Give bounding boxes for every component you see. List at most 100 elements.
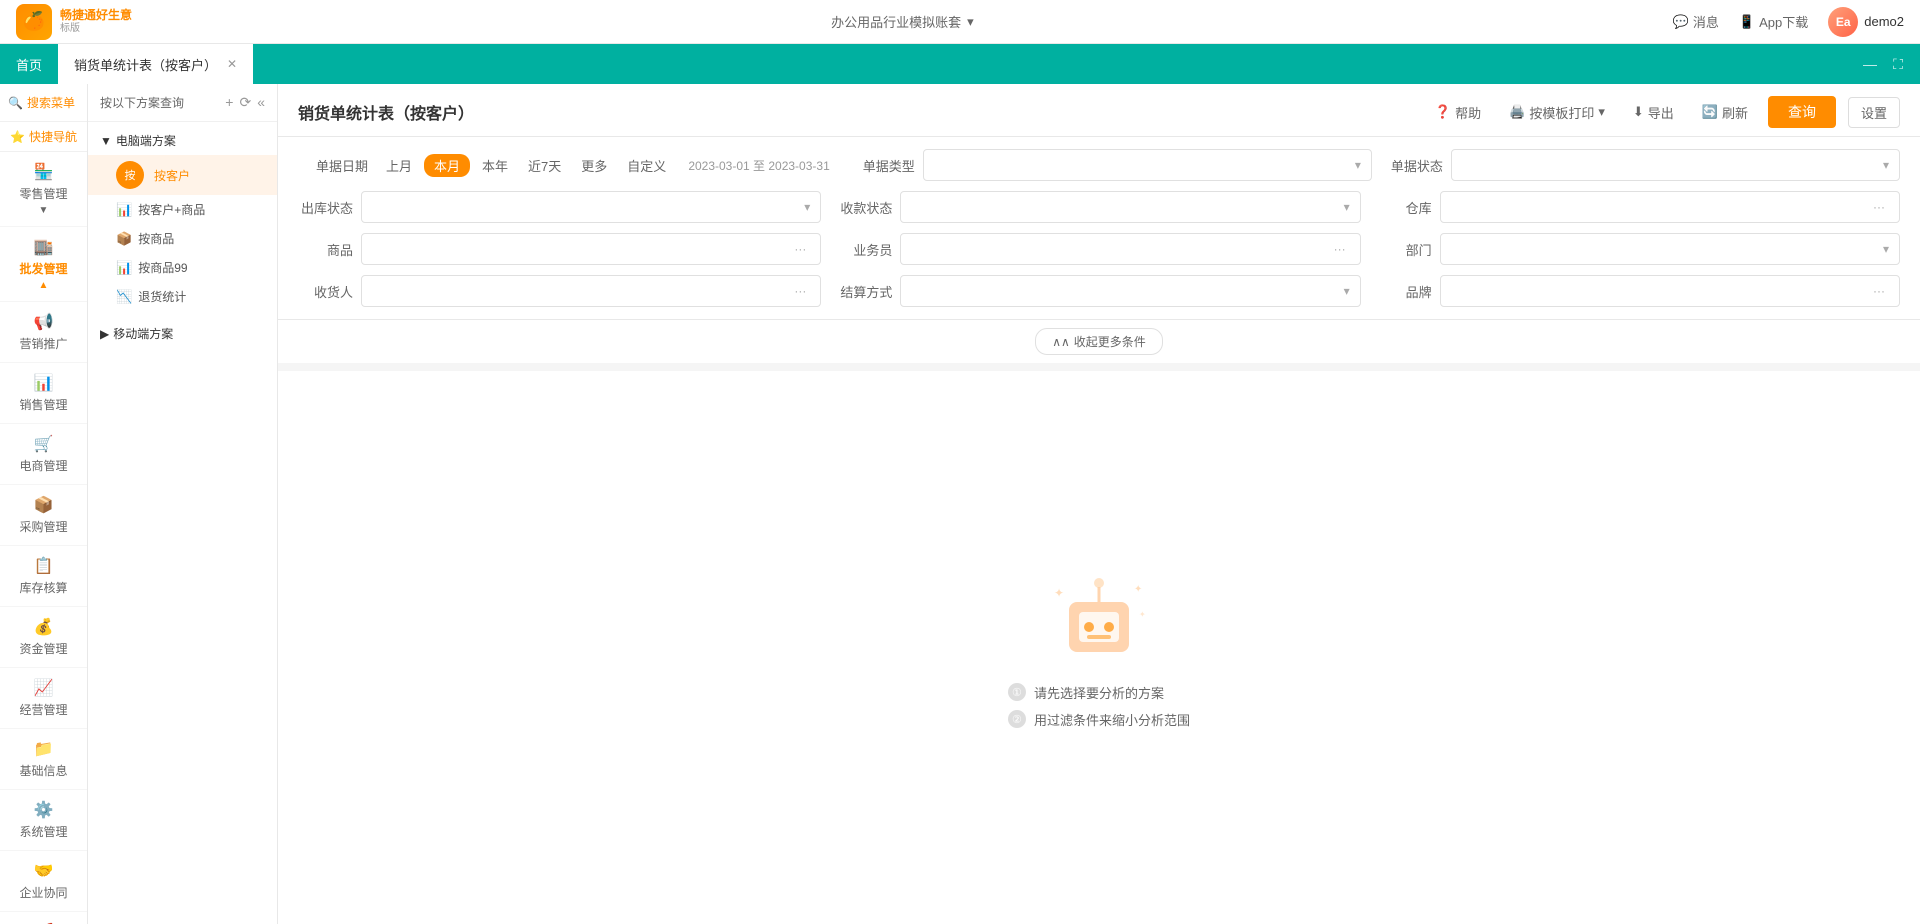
mobile-group-label: 移动端方案 <box>113 325 173 342</box>
sales-icon: 📊 <box>34 373 54 393</box>
export-btn[interactable]: ⬇ 导出 <box>1625 99 1682 126</box>
tab-sales-stat[interactable]: 销货单统计表（按客户） ✕ <box>58 44 253 84</box>
page-title: 销货单统计表（按客户） <box>298 100 474 124</box>
sidebar-item-finance[interactable]: 💰 资金管理 <box>0 607 87 668</box>
brand-more: ··· <box>1869 284 1889 298</box>
print-btn[interactable]: 🖨️ 按模板打印 ▾ <box>1501 99 1613 126</box>
sidebar-item-wholesale[interactable]: 🏬 批发管理 ▲ <box>0 227 87 302</box>
message-btn[interactable]: 💬 消息 <box>1673 12 1719 31</box>
sidebar-nav[interactable]: ⭐ 快捷导航 <box>0 122 87 152</box>
department-control[interactable]: ▾ <box>1440 233 1900 265</box>
system-label: 系统管理 <box>19 823 67 840</box>
user-name: demo2 <box>1864 14 1904 29</box>
tab-home[interactable]: 首页 <box>0 44 58 84</box>
panel-icons: + ⟳ « <box>225 94 265 111</box>
more-date-btn[interactable]: 更多 <box>573 154 615 177</box>
logo-area: 🍊 畅捷通好生意 标版 <box>16 4 132 40</box>
sidebar-search[interactable]: 🔍 搜索菜单 <box>0 84 87 122</box>
sidebar-item-system[interactable]: ⚙️ 系统管理 <box>0 790 87 851</box>
goods-control[interactable]: ··· <box>361 233 821 265</box>
settle-control[interactable]: ▾ <box>900 275 1360 307</box>
last-7-days-btn[interactable]: 近7天 <box>520 154 569 177</box>
refresh-btn[interactable]: 🔄 刷新 <box>1694 99 1756 126</box>
empty-tip-2: ② 用过滤条件来缩小分析范围 <box>1008 710 1190 729</box>
receiver-filter: 收货人 ··· <box>298 275 821 307</box>
scheme-item-by-product[interactable]: 📦 按商品 <box>88 224 277 253</box>
sidebar-item-operation[interactable]: 📈 经营管理 <box>0 668 87 729</box>
settle-filter: 结算方式 ▾ <box>837 275 1360 307</box>
doc-type-dropdown: ▾ <box>1355 158 1361 172</box>
minimize-btn[interactable]: — <box>1860 54 1880 74</box>
scheme-by-customer-product-label: 按客户+商品 <box>138 201 205 218</box>
sidebar-item-newbie[interactable]: 🚀 新手引导 <box>0 912 87 924</box>
receiver-control[interactable]: ··· <box>361 275 821 307</box>
scheme-cp-icon: 📊 <box>116 202 132 218</box>
payment-status-control[interactable]: ▾ <box>900 191 1360 223</box>
refresh-scheme-btn[interactable]: ⟳ <box>239 94 251 111</box>
sidebar-item-retail[interactable]: 🏪 零售管理 ▼ <box>0 152 87 227</box>
purchase-label: 采购管理 <box>19 518 67 535</box>
app-download-label: App下载 <box>1759 12 1808 31</box>
scheme-by-product-99-label: 按商品99 <box>138 259 187 276</box>
industry-selector[interactable]: 办公用品行业模拟账套 ▾ <box>831 12 974 31</box>
settings-btn[interactable]: 设置 <box>1848 97 1900 128</box>
ecommerce-icon: 🛒 <box>34 434 54 454</box>
app-download-btn[interactable]: 📱 App下载 <box>1739 12 1808 31</box>
goods-more: ··· <box>790 242 810 256</box>
empty-state: ✦ ✦ ✦ ① 请先选择要分析的方案 ② 用过滤条件来缩小分析范围 <box>278 371 1920 924</box>
custom-date-btn[interactable]: 自定义 <box>619 154 674 177</box>
this-year-btn[interactable]: 本年 <box>474 154 516 177</box>
doc-status-control[interactable]: ▾ <box>1451 149 1900 181</box>
date-label: 单据日期 <box>298 156 368 175</box>
scheme-item-by-product-99[interactable]: 📊 按商品99 <box>88 253 277 282</box>
this-month-btn[interactable]: 本月 <box>424 154 470 177</box>
sidebar-item-basic[interactable]: 📁 基础信息 <box>0 729 87 790</box>
collapse-btn[interactable]: ∧∧ 收起更多条件 <box>1035 328 1163 355</box>
department-label: 部门 <box>1377 240 1432 259</box>
doc-type-filter: 单据类型 ▾ <box>860 149 1372 181</box>
refresh-label: 刷新 <box>1722 103 1748 122</box>
sidebar-item-marketing[interactable]: 📢 营销推广 <box>0 302 87 363</box>
wholesale-icon: 🏬 <box>34 237 54 257</box>
scheme-item-by-customer-product[interactable]: 📊 按客户+商品 <box>88 195 277 224</box>
sidebar-item-ecommerce[interactable]: 🛒 电商管理 <box>0 424 87 485</box>
wholesale-expand-icon: ▲ <box>39 280 49 291</box>
collapse-panel-btn[interactable]: « <box>257 94 265 111</box>
tip-num-2: ② <box>1008 710 1026 728</box>
last-month-btn[interactable]: 上月 <box>378 154 420 177</box>
warehouse-control[interactable]: ··· <box>1440 191 1900 223</box>
add-scheme-btn[interactable]: + <box>225 94 233 111</box>
tab-close-icon[interactable]: ✕ <box>227 57 237 71</box>
payment-status-label: 收款状态 <box>837 198 892 217</box>
salesman-control[interactable]: ··· <box>900 233 1360 265</box>
help-icon: ❓ <box>1435 104 1451 120</box>
message-icon: 💬 <box>1673 14 1689 30</box>
cooperation-label: 企业协同 <box>19 884 67 901</box>
maximize-btn[interactable]: ⛶ <box>1888 54 1908 74</box>
help-btn[interactable]: ❓ 帮助 <box>1427 99 1489 126</box>
mobile-group-header[interactable]: ▶ 移动端方案 <box>88 319 277 348</box>
tab-sales-stat-label: 销货单统计表（按客户） <box>74 55 217 74</box>
empty-tips: ① 请先选择要分析的方案 ② 用过滤条件来缩小分析范围 <box>1008 683 1190 729</box>
scheme-item-by-customer[interactable]: 按 按客户 <box>88 155 277 195</box>
marketing-icon: 📢 <box>34 312 54 332</box>
brand-control[interactable]: ··· <box>1440 275 1900 307</box>
retail-expand-icon: ▼ <box>39 205 49 216</box>
collapse-up-icon: ∧∧ <box>1052 335 1070 349</box>
sidebar-item-cooperation[interactable]: 🤝 企业协同 <box>0 851 87 912</box>
system-icon: ⚙️ <box>34 800 54 820</box>
sidebar-item-sales[interactable]: 📊 销售管理 <box>0 363 87 424</box>
user-area[interactable]: Ea demo2 <box>1828 7 1904 37</box>
receiver-label: 收货人 <box>298 282 353 301</box>
content-area: 销货单统计表（按客户） ❓ 帮助 🖨️ 按模板打印 ▾ ⬇ 导出 🔄 刷新 <box>278 84 1920 924</box>
scheme-item-return-stat[interactable]: 📉 退货统计 <box>88 282 277 311</box>
out-status-control[interactable]: ▾ <box>361 191 821 223</box>
department-filter: 部门 ▾ <box>1377 233 1900 265</box>
desktop-group-header[interactable]: ▼ 电脑端方案 <box>88 126 277 155</box>
sidebar-item-inventory[interactable]: 📋 库存核算 <box>0 546 87 607</box>
query-btn[interactable]: 查询 <box>1768 96 1836 128</box>
print-dropdown-icon: ▾ <box>1598 104 1605 120</box>
sidebar-item-purchase[interactable]: 📦 采购管理 <box>0 485 87 546</box>
left-panel: 按以下方案查询 + ⟳ « ▼ 电脑端方案 按 按客户 📊 按客户+商品 <box>88 84 278 924</box>
doc-type-control[interactable]: ▾ <box>923 149 1372 181</box>
